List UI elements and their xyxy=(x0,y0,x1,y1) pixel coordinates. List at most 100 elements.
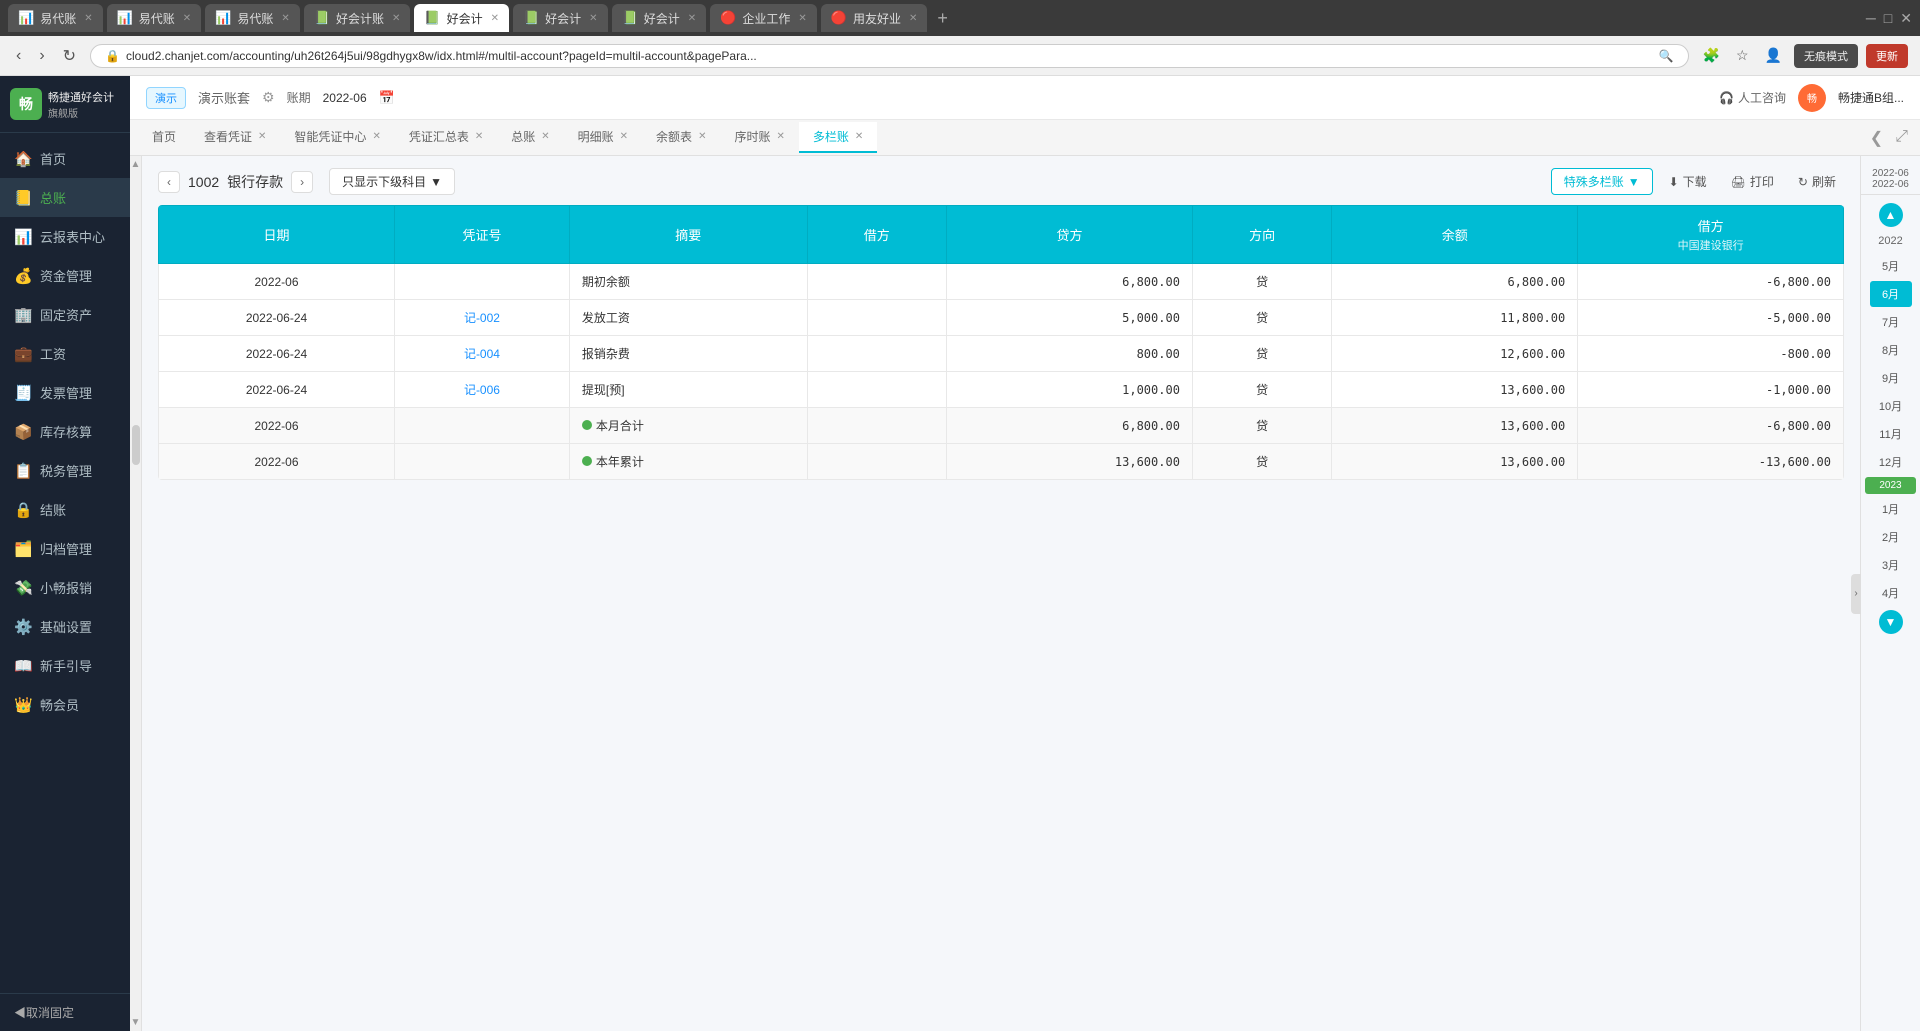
month-2023-2[interactable]: 2月 xyxy=(1870,524,1912,550)
cell-summary-5: 本年累计 xyxy=(569,444,807,480)
month-7[interactable]: 7月 xyxy=(1870,309,1912,335)
tab-voucher-summary[interactable]: 凭证汇总表 ✕ xyxy=(395,122,497,153)
special-account-button[interactable]: 特殊多栏账 ▼ xyxy=(1551,168,1653,195)
browser-tab-6[interactable]: 📗 好会计 ✕ xyxy=(513,4,608,32)
tab-smart-voucher-close[interactable]: ✕ xyxy=(372,131,380,142)
browser-tab-4[interactable]: 📗 好会计账 ✕ xyxy=(304,4,411,32)
wuma-button[interactable]: 无痕模式 xyxy=(1794,44,1858,68)
month-2023-4[interactable]: 4月 xyxy=(1870,580,1912,606)
sidebar-item-assets[interactable]: 🏢 固定资产 xyxy=(0,295,130,334)
month-5[interactable]: 5月 xyxy=(1870,253,1912,279)
sidebar-item-invoice[interactable]: 🧾 发票管理 xyxy=(0,373,130,412)
tab-close-3[interactable]: ✕ xyxy=(281,13,289,24)
sidebar-item-ledger[interactable]: 📒 总账 xyxy=(0,178,130,217)
collapse-tabs-button[interactable]: ❮ xyxy=(1866,124,1887,152)
tab-close-1[interactable]: ✕ xyxy=(84,13,92,24)
refresh-button[interactable]: ↻ 刷新 xyxy=(1790,168,1844,195)
update-button[interactable]: 更新 xyxy=(1866,44,1908,68)
tab-sequence-ledger-close[interactable]: ✕ xyxy=(776,131,784,142)
tab-close-7[interactable]: ✕ xyxy=(688,13,696,24)
new-tab-button[interactable]: + xyxy=(931,8,954,29)
month-6[interactable]: 6月 xyxy=(1870,281,1912,307)
month-2023-3[interactable]: 3月 xyxy=(1870,552,1912,578)
tab-voucher-view[interactable]: 查看凭证 ✕ xyxy=(190,122,280,153)
tab-close-5[interactable]: ✕ xyxy=(491,13,499,24)
tab-detail-ledger-close[interactable]: ✕ xyxy=(620,131,628,142)
month-8[interactable]: 8月 xyxy=(1870,337,1912,363)
tab-close-2[interactable]: ✕ xyxy=(183,13,191,24)
panel-up-button[interactable]: ▲ xyxy=(1879,203,1903,227)
month-11[interactable]: 11月 xyxy=(1870,421,1912,447)
tab-detail-ledger[interactable]: 明细账 ✕ xyxy=(564,122,642,153)
sidebar-item-guide[interactable]: 📖 新手引导 xyxy=(0,646,130,685)
browser-tab-5[interactable]: 📗 好会计 ✕ xyxy=(414,4,509,32)
sidebar-item-funds[interactable]: 💰 资金管理 xyxy=(0,256,130,295)
forward-button[interactable]: › xyxy=(35,43,48,69)
browser-tab-2[interactable]: 📊 易代账 ✕ xyxy=(107,4,202,32)
tab-home[interactable]: 首页 xyxy=(138,122,190,153)
unpin-button[interactable]: ◀取消固定 xyxy=(0,993,130,1031)
browser-tab-1[interactable]: 📊 易代账 ✕ xyxy=(8,4,103,32)
sidebar-item-archive[interactable]: 🗂️ 归档管理 xyxy=(0,529,130,568)
browser-tab-9[interactable]: 🔴 用友好业 ✕ xyxy=(821,4,928,32)
sidebar-item-closing[interactable]: 🔒 结账 xyxy=(0,490,130,529)
tab-balance-table-close[interactable]: ✕ xyxy=(698,131,706,142)
sidebar-item-home[interactable]: 🏠 首页 xyxy=(0,139,130,178)
sidebar-item-salary[interactable]: 💼 工资 xyxy=(0,334,130,373)
expand-tabs-button[interactable]: ⤢ xyxy=(1891,124,1912,152)
back-button[interactable]: ‹ xyxy=(12,43,25,69)
tab-voucher-view-close[interactable]: ✕ xyxy=(258,131,266,142)
cell-summary-3: 提现[预] xyxy=(569,372,807,408)
settings-gear-button[interactable]: ⚙ xyxy=(262,89,275,106)
profile-icon[interactable]: 👤 xyxy=(1761,43,1786,68)
minimize-button[interactable]: ─ xyxy=(1866,10,1876,27)
account-next-button[interactable]: › xyxy=(291,171,313,193)
browser-tab-3[interactable]: 📊 易代账 ✕ xyxy=(205,4,300,32)
right-panel-collapse-button[interactable]: › xyxy=(1851,574,1861,614)
tab-multi-column[interactable]: 多栏账 ✕ xyxy=(799,122,877,153)
month-12[interactable]: 12月 xyxy=(1870,449,1912,475)
maximize-button[interactable]: □ xyxy=(1884,10,1892,27)
close-button[interactable]: ✕ xyxy=(1900,10,1912,27)
sidebar-item-inventory[interactable]: 📦 库存核算 xyxy=(0,412,130,451)
cell-debit-0 xyxy=(807,264,946,300)
sidebar-item-expense[interactable]: 💸 小畅报销 xyxy=(0,568,130,607)
tab-general-ledger-close[interactable]: ✕ xyxy=(541,131,549,142)
cell-voucher-3[interactable]: 记-006 xyxy=(395,372,570,408)
tab-voucher-summary-close[interactable]: ✕ xyxy=(475,131,483,142)
sidebar-item-vip[interactable]: 👑 畅会员 xyxy=(0,685,130,724)
sidebar-item-settings[interactable]: ⚙️ 基础设置 xyxy=(0,607,130,646)
tab-multi-column-close[interactable]: ✕ xyxy=(855,131,863,142)
cell-voucher-2[interactable]: 记-004 xyxy=(395,336,570,372)
tab-close-4[interactable]: ✕ xyxy=(392,13,400,24)
tab-close-8[interactable]: ✕ xyxy=(798,13,806,24)
print-button[interactable]: 🖨 打印 xyxy=(1723,168,1782,195)
user-avatar[interactable]: 畅 xyxy=(1798,84,1826,112)
month-10[interactable]: 10月 xyxy=(1870,393,1912,419)
filter-button[interactable]: 只显示下级科目 ▼ xyxy=(329,168,455,195)
tab-sequence-ledger[interactable]: 序时账 ✕ xyxy=(720,122,798,153)
tab-close-9[interactable]: ✕ xyxy=(909,13,917,24)
month-9[interactable]: 9月 xyxy=(1870,365,1912,391)
browser-tab-8[interactable]: 🔴 企业工作 ✕ xyxy=(710,4,817,32)
bookmark-icon[interactable]: ☆ xyxy=(1732,43,1753,68)
panel-down-button[interactable]: ▼ xyxy=(1879,610,1903,634)
calendar-icon[interactable]: 📅 xyxy=(379,90,395,106)
refresh-button[interactable]: ↻ xyxy=(59,42,80,70)
tab-balance-table[interactable]: 余额表 ✕ xyxy=(642,122,720,153)
extensions-icon[interactable]: 🧩 xyxy=(1699,43,1724,68)
sidebar-item-reports[interactable]: 📊 云报表中心 xyxy=(0,217,130,256)
account-prev-button[interactable]: ‹ xyxy=(158,171,180,193)
download-button[interactable]: ⬇ 下载 xyxy=(1661,168,1715,195)
tab-close-6[interactable]: ✕ xyxy=(589,13,597,24)
tab-general-ledger[interactable]: 总账 ✕ xyxy=(497,122,563,153)
url-bar[interactable]: 🔒 cloud2.chanjet.com/accounting/uh26t264… xyxy=(90,44,1689,68)
scrollbar-thumb[interactable] xyxy=(132,425,140,465)
sidebar-item-tax[interactable]: 📋 税务管理 xyxy=(0,451,130,490)
logo-sub-text: 旗舰版 xyxy=(48,105,114,120)
tab-smart-voucher[interactable]: 智能凭证中心 ✕ xyxy=(280,122,394,153)
cell-voucher-1[interactable]: 记-002 xyxy=(395,300,570,336)
month-2023-1[interactable]: 1月 xyxy=(1870,496,1912,522)
service-button[interactable]: 🎧 人工咨询 xyxy=(1719,89,1786,106)
browser-tab-7[interactable]: 📗 好会计 ✕ xyxy=(612,4,707,32)
